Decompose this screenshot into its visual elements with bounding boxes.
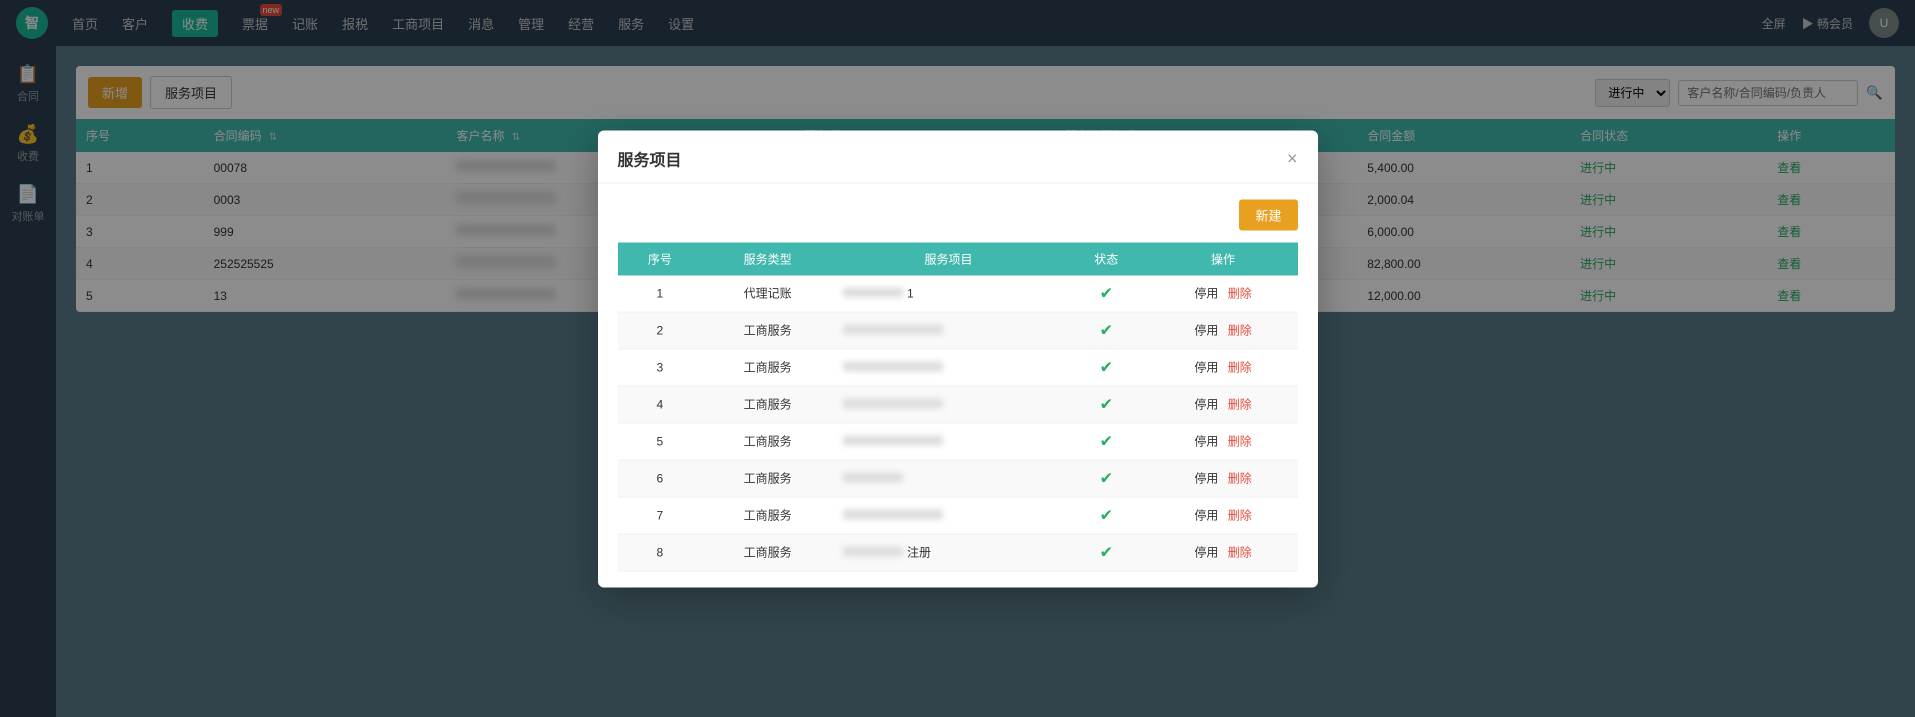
modal-cell-service-item xyxy=(833,497,1064,534)
status-check-icon: ✔ xyxy=(1100,359,1113,376)
stop-button[interactable]: 停用 xyxy=(1194,509,1218,523)
modal-cell-service-type: 工商服务 xyxy=(702,423,833,460)
modal-cell-status: ✔ xyxy=(1064,534,1149,571)
service-modal: 服务项目 × 新建 序号 服务类型 服务项目 状态 操作 1 代理记账 1 ✔ … xyxy=(598,130,1318,587)
delete-button[interactable]: 删除 xyxy=(1228,546,1252,560)
modal-cell-service-type: 代理记账 xyxy=(702,275,833,312)
status-check-icon: ✔ xyxy=(1100,433,1113,450)
stop-button[interactable]: 停用 xyxy=(1194,324,1218,338)
modal-table-row: 8 工商服务 注册 ✔ 停用 删除 xyxy=(618,534,1298,571)
modal-table-row: 1 代理记账 1 ✔ 停用 删除 xyxy=(618,275,1298,312)
modal-cell-seq: 1 xyxy=(618,275,703,312)
blurred-content xyxy=(843,509,943,519)
modal-th-service-type: 服务类型 xyxy=(702,242,833,275)
modal-th-status: 状态 xyxy=(1064,242,1149,275)
blurred-content xyxy=(843,547,903,557)
modal-th-seq: 序号 xyxy=(618,242,703,275)
modal-cell-seq: 4 xyxy=(618,386,703,423)
modal-cell-service-item xyxy=(833,349,1064,386)
modal-title: 服务项目 xyxy=(618,146,682,170)
modal-cell-actions: 停用 删除 xyxy=(1149,460,1298,497)
status-check-icon: ✔ xyxy=(1100,285,1113,302)
modal-cell-status: ✔ xyxy=(1064,349,1149,386)
modal-cell-service-item xyxy=(833,312,1064,349)
blurred-content xyxy=(843,324,943,334)
modal-cell-service-item xyxy=(833,460,1064,497)
blurred-content xyxy=(843,472,903,482)
delete-button[interactable]: 删除 xyxy=(1228,361,1252,375)
modal-cell-service-item: 注册 xyxy=(833,534,1064,571)
modal-cell-status: ✔ xyxy=(1064,423,1149,460)
stop-button[interactable]: 停用 xyxy=(1194,546,1218,560)
modal-table-row: 2 工商服务 ✔ 停用 删除 xyxy=(618,312,1298,349)
modal-cell-status: ✔ xyxy=(1064,312,1149,349)
delete-button[interactable]: 删除 xyxy=(1228,398,1252,412)
modal-close-button[interactable]: × xyxy=(1287,149,1298,167)
modal-table-row: 3 工商服务 ✔ 停用 删除 xyxy=(618,349,1298,386)
modal-table-row: 7 工商服务 ✔ 停用 删除 xyxy=(618,497,1298,534)
modal-cell-service-type: 工商服务 xyxy=(702,497,833,534)
blurred-content xyxy=(843,361,943,371)
delete-button[interactable]: 删除 xyxy=(1228,472,1252,486)
new-service-button[interactable]: 新建 xyxy=(1239,199,1297,230)
modal-cell-service-item xyxy=(833,423,1064,460)
modal-cell-actions: 停用 删除 xyxy=(1149,275,1298,312)
delete-button[interactable]: 删除 xyxy=(1228,509,1252,523)
modal-cell-seq: 6 xyxy=(618,460,703,497)
delete-button[interactable]: 删除 xyxy=(1228,435,1252,449)
modal-table-row: 4 工商服务 ✔ 停用 删除 xyxy=(618,386,1298,423)
modal-cell-actions: 停用 删除 xyxy=(1149,349,1298,386)
stop-button[interactable]: 停用 xyxy=(1194,398,1218,412)
modal-table-row: 6 工商服务 ✔ 停用 删除 xyxy=(618,460,1298,497)
modal-cell-service-item: 1 xyxy=(833,275,1064,312)
modal-cell-seq: 3 xyxy=(618,349,703,386)
modal-table-row: 5 工商服务 ✔ 停用 删除 xyxy=(618,423,1298,460)
modal-cell-status: ✔ xyxy=(1064,275,1149,312)
modal-cell-seq: 8 xyxy=(618,534,703,571)
modal-cell-status: ✔ xyxy=(1064,460,1149,497)
modal-cell-service-type: 工商服务 xyxy=(702,386,833,423)
delete-button[interactable]: 删除 xyxy=(1228,324,1252,338)
modal-cell-actions: 停用 删除 xyxy=(1149,423,1298,460)
modal-th-action: 操作 xyxy=(1149,242,1298,275)
stop-button[interactable]: 停用 xyxy=(1194,435,1218,449)
modal-cell-actions: 停用 删除 xyxy=(1149,312,1298,349)
modal-cell-seq: 2 xyxy=(618,312,703,349)
service-table: 序号 服务类型 服务项目 状态 操作 1 代理记账 1 ✔ 停用 删除 2 工商… xyxy=(618,242,1298,571)
modal-cell-status: ✔ xyxy=(1064,497,1149,534)
stop-button[interactable]: 停用 xyxy=(1194,472,1218,486)
status-check-icon: ✔ xyxy=(1100,507,1113,524)
modal-cell-service-type: 工商服务 xyxy=(702,534,833,571)
status-check-icon: ✔ xyxy=(1100,470,1113,487)
stop-button[interactable]: 停用 xyxy=(1194,361,1218,375)
blurred-content xyxy=(843,435,943,445)
modal-table-header: 序号 服务类型 服务项目 状态 操作 xyxy=(618,242,1298,275)
modal-cell-actions: 停用 删除 xyxy=(1149,534,1298,571)
modal-body: 新建 序号 服务类型 服务项目 状态 操作 1 代理记账 1 ✔ 停用 删除 2… xyxy=(598,183,1318,587)
modal-cell-actions: 停用 删除 xyxy=(1149,386,1298,423)
modal-th-service-item: 服务项目 xyxy=(833,242,1064,275)
status-check-icon: ✔ xyxy=(1100,544,1113,561)
modal-cell-service-type: 工商服务 xyxy=(702,460,833,497)
delete-button[interactable]: 删除 xyxy=(1228,287,1252,301)
stop-button[interactable]: 停用 xyxy=(1194,287,1218,301)
modal-cell-service-item xyxy=(833,386,1064,423)
status-check-icon: ✔ xyxy=(1100,396,1113,413)
modal-toolbar: 新建 xyxy=(618,199,1298,230)
modal-cell-status: ✔ xyxy=(1064,386,1149,423)
modal-header: 服务项目 × xyxy=(598,130,1318,183)
status-check-icon: ✔ xyxy=(1100,322,1113,339)
modal-cell-seq: 5 xyxy=(618,423,703,460)
blurred-content xyxy=(843,398,943,408)
modal-cell-service-type: 工商服务 xyxy=(702,349,833,386)
modal-cell-actions: 停用 删除 xyxy=(1149,497,1298,534)
modal-cell-seq: 7 xyxy=(618,497,703,534)
blurred-content xyxy=(843,287,903,297)
modal-cell-service-type: 工商服务 xyxy=(702,312,833,349)
